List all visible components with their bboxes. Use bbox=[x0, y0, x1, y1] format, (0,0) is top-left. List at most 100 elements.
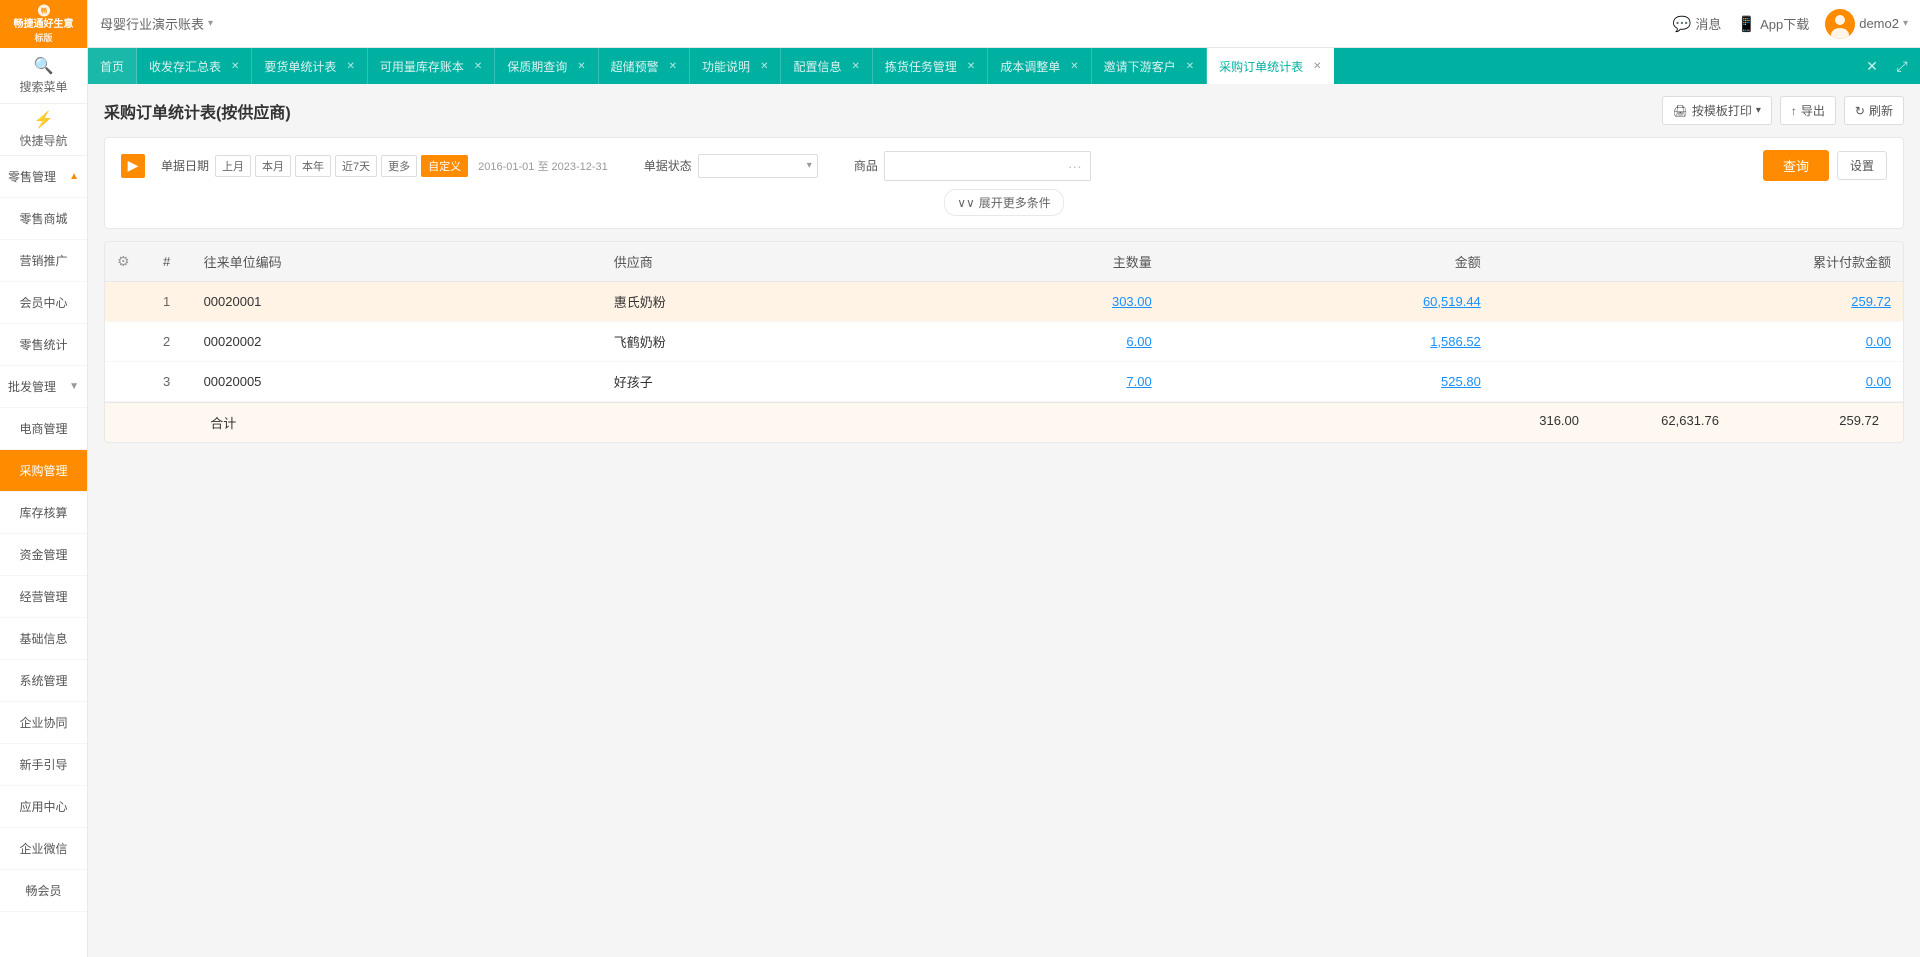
refresh-button[interactable]: ↻ 刷新 bbox=[1844, 96, 1904, 125]
tab-close-receive-pay[interactable]: ✕ bbox=[231, 61, 239, 72]
sidebar-item-basic[interactable]: 基础信息 bbox=[0, 618, 87, 660]
date-pill-last-7days[interactable]: 近7天 bbox=[335, 155, 377, 177]
tab-overstock-warning[interactable]: 超储预警 ✕ bbox=[599, 48, 690, 84]
tab-config-info[interactable]: 配置信息 ✕ bbox=[781, 48, 872, 84]
workspace-selector[interactable]: 母婴行业演示账表 ▾ bbox=[100, 14, 213, 33]
tab-close-expiry-query[interactable]: ✕ bbox=[577, 61, 585, 72]
user-menu[interactable]: demo2 ▾ bbox=[1825, 9, 1908, 39]
tab-close-cost-adjust[interactable]: ✕ bbox=[1070, 61, 1078, 72]
sidebar-item-enterprise[interactable]: 企业协同 bbox=[0, 702, 87, 744]
tab-expand-button[interactable]: ⤢ bbox=[1888, 52, 1916, 80]
sidebar-item-vip[interactable]: 畅会员 bbox=[0, 870, 87, 912]
settings-col-icon[interactable]: ⚙ bbox=[117, 253, 130, 269]
filter-goods-input-wrap: ··· bbox=[884, 151, 1091, 181]
row-amount[interactable]: 525.80 bbox=[1164, 362, 1493, 402]
sidebar-item-wechat[interactable]: 企业微信 bbox=[0, 828, 87, 870]
sidebar-item-marketing[interactable]: 营销推广 bbox=[0, 240, 87, 282]
row-paid-amount[interactable]: 0.00 bbox=[1493, 322, 1903, 362]
tab-close-invite-downstream[interactable]: ✕ bbox=[1186, 61, 1194, 72]
filter-status-item: 单据状态 bbox=[644, 154, 818, 178]
query-button[interactable]: 查询 bbox=[1763, 150, 1829, 181]
user-menu-icon: ▾ bbox=[1903, 18, 1908, 29]
table-row[interactable]: 3 00020005 好孩子 7.00 525.80 0.00 bbox=[105, 362, 1903, 402]
sidebar-item-ecommerce[interactable]: 电商管理 bbox=[0, 408, 87, 450]
tab-order-stat[interactable]: 要货单统计表 ✕ bbox=[252, 48, 367, 84]
tab-close-purchase-order-stat[interactable]: ✕ bbox=[1313, 61, 1321, 72]
tab-purchase-order-stat[interactable]: 采购订单统计表 ✕ bbox=[1207, 48, 1334, 84]
footer-label: 合计 bbox=[117, 413, 397, 432]
row-supplier-code: 00020002 bbox=[192, 322, 602, 362]
page-actions: 🖨 按模板打印 ▾ ↑ 导出 ↻ 刷新 bbox=[1662, 96, 1904, 125]
sidebar-item-retail[interactable]: 零售管理 ▲ bbox=[0, 156, 87, 198]
tab-close-overstock-warning[interactable]: ✕ bbox=[669, 61, 677, 72]
sidebar-item-quicknav[interactable]: ⚡ 快捷导航 bbox=[0, 104, 87, 156]
date-pill-more[interactable]: 更多 bbox=[381, 155, 417, 177]
sidebar-item-purchase[interactable]: 采购管理 bbox=[0, 450, 87, 492]
tab-cost-adjust[interactable]: 成本调整单 ✕ bbox=[988, 48, 1091, 84]
row-amount[interactable]: 60,519.44 bbox=[1164, 282, 1493, 322]
row-main-qty[interactable]: 6.00 bbox=[907, 322, 1163, 362]
tab-function-desc[interactable]: 功能说明 ✕ bbox=[690, 48, 781, 84]
row-num: 2 bbox=[142, 322, 192, 362]
tab-close-pick-task[interactable]: ✕ bbox=[967, 61, 975, 72]
tab-inventory-book[interactable]: 可用量库存账本 ✕ bbox=[368, 48, 495, 84]
home-tab-label: 首页 bbox=[100, 58, 124, 75]
tab-home[interactable]: 首页 bbox=[88, 48, 137, 84]
table-row[interactable]: 1 00020001 惠氏奶粉 303.00 60,519.44 259.72 bbox=[105, 282, 1903, 322]
sidebar: 畅 畅捷通好生意 标版 🔍 搜索菜单 ⚡ 快捷导航 零售管理 ▲ 零售商城 营销… bbox=[0, 0, 88, 957]
sidebar-item-finance[interactable]: 资金管理 bbox=[0, 534, 87, 576]
table-row[interactable]: 2 00020002 飞鹤奶粉 6.00 1,586.52 0.00 bbox=[105, 322, 1903, 362]
row-supplier-name: 好孩子 bbox=[602, 362, 908, 402]
main-area: 母婴行业演示账表 ▾ 💬 消息 📱 App下载 bbox=[88, 0, 1920, 957]
date-pill-custom[interactable]: 自定义 bbox=[421, 155, 468, 177]
sidebar-item-member[interactable]: 会员中心 bbox=[0, 282, 87, 324]
date-pill-this-month[interactable]: 本月 bbox=[255, 155, 291, 177]
goods-input-more-icon[interactable]: ··· bbox=[1068, 158, 1082, 174]
tab-receive-pay[interactable]: 收发存汇总表 ✕ bbox=[137, 48, 252, 84]
tab-invite-downstream[interactable]: 邀请下游客户 ✕ bbox=[1092, 48, 1207, 84]
message-button[interactable]: 💬 消息 bbox=[1673, 14, 1722, 33]
expand-more-button[interactable]: ∨∨ 展开更多条件 bbox=[944, 189, 1064, 216]
row-amount[interactable]: 1,586.52 bbox=[1164, 322, 1493, 362]
tab-close-inventory-book[interactable]: ✕ bbox=[474, 61, 482, 72]
footer-main-qty: 316.00 bbox=[1499, 413, 1579, 432]
sidebar-item-operations[interactable]: 经营管理 bbox=[0, 576, 87, 618]
workspace-label: 母婴行业演示账表 bbox=[100, 14, 204, 33]
date-pill-this-year[interactable]: 本年 bbox=[295, 155, 331, 177]
col-amount: 金额 bbox=[1164, 242, 1493, 282]
col-settings: ⚙ bbox=[105, 242, 142, 282]
row-paid-amount[interactable]: 0.00 bbox=[1493, 362, 1903, 402]
row-main-qty[interactable]: 7.00 bbox=[907, 362, 1163, 402]
tab-expiry-query[interactable]: 保质期查询 ✕ bbox=[495, 48, 598, 84]
sidebar-item-inventory[interactable]: 库存核算 bbox=[0, 492, 87, 534]
settings-button[interactable]: 设置 bbox=[1837, 151, 1887, 180]
filter-goods-label: 商品 bbox=[854, 157, 878, 174]
sidebar-item-newbie[interactable]: 新手引导 bbox=[0, 744, 87, 786]
sidebar-item-retail-stat[interactable]: 零售统计 bbox=[0, 324, 87, 366]
tab-close-order-stat[interactable]: ✕ bbox=[346, 61, 354, 72]
export-button[interactable]: ↑ 导出 bbox=[1780, 96, 1836, 125]
row-paid-amount[interactable]: 259.72 bbox=[1493, 282, 1903, 322]
col-supplier-code: 往来单位编码 bbox=[192, 242, 602, 282]
tab-close-config-info[interactable]: ✕ bbox=[851, 61, 859, 72]
page-title: 采购订单统计表(按供应商) bbox=[104, 99, 291, 123]
filter-toggle-button[interactable]: ▶ bbox=[121, 154, 145, 178]
sidebar-item-appstore[interactable]: 应用中心 bbox=[0, 786, 87, 828]
user-name: demo2 bbox=[1859, 16, 1899, 31]
tab-close-all-button[interactable]: ✕ bbox=[1858, 52, 1886, 80]
filter-goods-item: 商品 ··· bbox=[854, 151, 1091, 181]
template-print-button[interactable]: 🖨 按模板打印 ▾ bbox=[1662, 96, 1772, 125]
sidebar-item-wholesale[interactable]: 批发管理 ▼ bbox=[0, 366, 87, 408]
sidebar-item-system[interactable]: 系统管理 bbox=[0, 660, 87, 702]
app-download-button[interactable]: 📱 App下载 bbox=[1737, 14, 1809, 33]
expand-row: ∨∨ 展开更多条件 bbox=[121, 189, 1887, 216]
tab-pick-task[interactable]: 拣货任务管理 ✕ bbox=[873, 48, 988, 84]
filter-goods-input[interactable] bbox=[893, 155, 1064, 177]
sidebar-item-search[interactable]: 🔍 搜索菜单 bbox=[0, 48, 87, 104]
sidebar-item-retail-mall[interactable]: 零售商城 bbox=[0, 198, 87, 240]
avatar bbox=[1825, 9, 1855, 39]
filter-status-select[interactable] bbox=[698, 154, 818, 178]
date-pill-last-month[interactable]: 上月 bbox=[215, 155, 251, 177]
row-main-qty[interactable]: 303.00 bbox=[907, 282, 1163, 322]
tab-close-function-desc[interactable]: ✕ bbox=[760, 61, 768, 72]
